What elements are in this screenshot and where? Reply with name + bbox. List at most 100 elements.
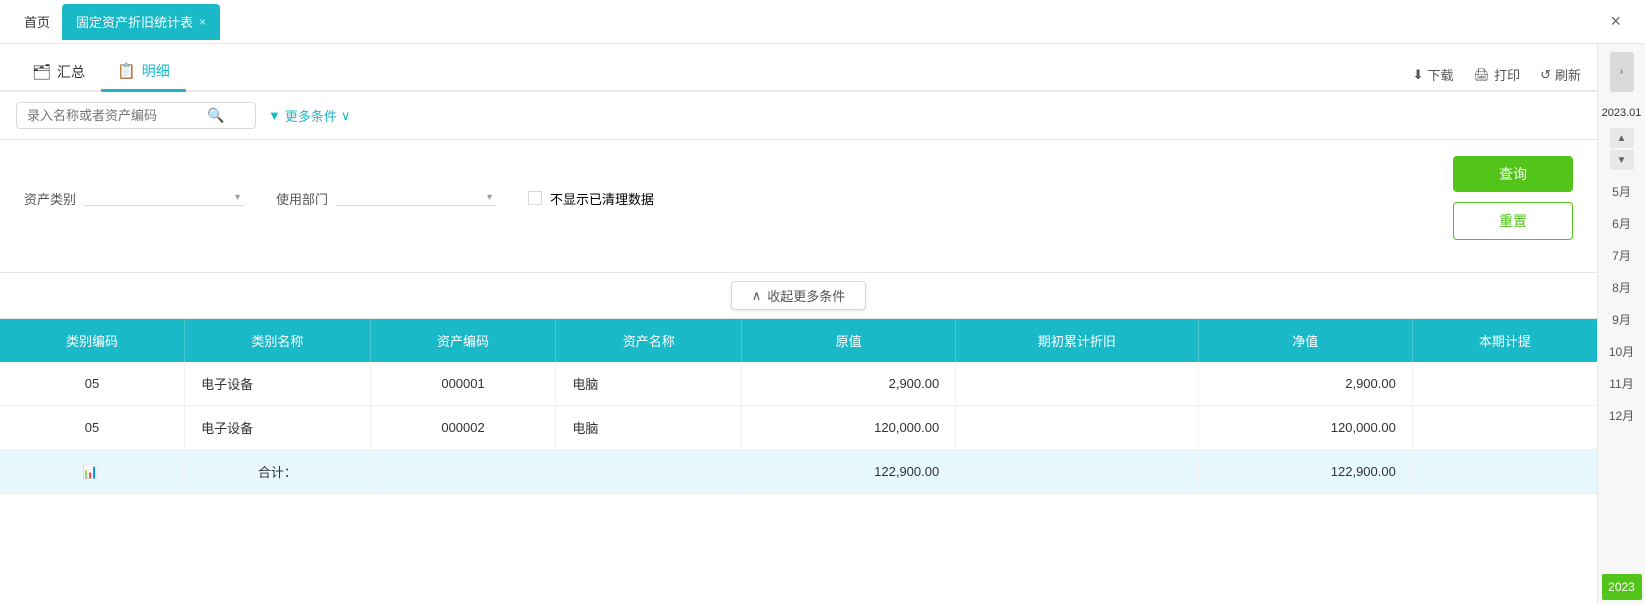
download-button[interactable]: ⬇ 下载: [1413, 65, 1454, 84]
nav-up-arrow[interactable]: ▲: [1610, 128, 1634, 148]
row1-net-value: 2,900.00: [1198, 362, 1412, 406]
reset-button[interactable]: 重置: [1453, 202, 1573, 240]
sidebar-toggle-button[interactable]: ›: [1610, 52, 1634, 92]
total-asset-code: [370, 450, 556, 494]
month-11[interactable]: 11月: [1602, 368, 1642, 398]
collapse-icon: ∧: [752, 288, 762, 304]
use-department-select[interactable]: ▾: [336, 190, 496, 206]
col-category-code: 类别编码: [0, 319, 185, 362]
month-10[interactable]: 10月: [1602, 336, 1642, 366]
month-5[interactable]: 5月: [1602, 176, 1642, 206]
more-conditions-label: 更多条件: [285, 106, 337, 125]
tab-bar: 🗂 汇总 📋 明细 ⬇ 下载 🖨 打印 ↺ 刷新: [0, 44, 1597, 92]
row1-accumulated-depreciation: [956, 362, 1198, 406]
close-tab-button[interactable]: ×: [199, 15, 206, 29]
col-net-value: 净值: [1198, 319, 1412, 362]
row2-current-period: [1412, 406, 1597, 450]
table-header: 类别编码 类别名称 资产编码 资产名称 原值 期初累计折旧 净值 本期计提: [0, 319, 1597, 362]
total-icon: 📊: [82, 464, 98, 479]
use-department-field: 使用部门 ▾: [276, 189, 496, 208]
date-display: 2023.01: [1602, 106, 1642, 120]
close-window-button[interactable]: ×: [1602, 7, 1629, 36]
tab-actions: ⬇ 下载 🖨 打印 ↺ 刷新: [1413, 65, 1581, 90]
month-6[interactable]: 6月: [1602, 208, 1642, 238]
expanded-filter: 资产类别 ▾ 使用部门 ▾ 不显示已清理数据: [0, 140, 1597, 273]
use-department-arrow: ▾: [487, 192, 492, 203]
query-button[interactable]: 查询: [1453, 156, 1573, 192]
tab-summary[interactable]: 🗂 汇总: [16, 54, 101, 92]
download-label: 下载: [1428, 65, 1454, 84]
col-current-period: 本期计提: [1412, 319, 1597, 362]
table-row: 05 电子设备 000001 电脑 2,900.00 2,900.00: [0, 362, 1597, 406]
row2-category-name: 电子设备: [185, 406, 371, 450]
top-nav: 首页 固定资产折旧统计表 × ×: [0, 0, 1645, 44]
use-department-label: 使用部门: [276, 189, 328, 208]
row2-asset-name: 电脑: [556, 406, 742, 450]
tab-detail[interactable]: 📋 明细: [101, 53, 186, 92]
month-8[interactable]: 8月: [1602, 272, 1642, 302]
search-icon: 🔍: [207, 107, 224, 124]
data-table: 类别编码 类别名称 资产编码 资产名称 原值 期初累计折旧 净值 本期计提 05…: [0, 319, 1597, 604]
detail-icon: 📋: [117, 62, 136, 80]
month-12[interactable]: 12月: [1602, 400, 1642, 430]
total-label: 合计：: [185, 450, 371, 494]
filter-bar: 🔍 ▼ 更多条件 ∨: [0, 92, 1597, 140]
row1-asset-code: 000001: [370, 362, 556, 406]
total-net-value: 122,900.00: [1198, 450, 1412, 494]
print-label: 打印: [1494, 65, 1520, 84]
total-current-period: [1412, 450, 1597, 494]
active-tab[interactable]: 固定资产折旧统计表 ×: [62, 4, 220, 40]
col-original-value: 原值: [742, 319, 956, 362]
col-asset-code: 资产编码: [370, 319, 556, 362]
collapse-bar: ∧ 收起更多条件: [0, 273, 1597, 319]
month-9[interactable]: 9月: [1602, 304, 1642, 334]
refresh-label: 刷新: [1555, 65, 1581, 84]
col-accumulated-depreciation: 期初累计折旧: [956, 319, 1198, 362]
row1-category-code: 05: [0, 362, 185, 406]
right-sidebar: › 2023.01 ▲ ▼ 5月 6月 7月 8月 9月 10月 11月 12月…: [1597, 44, 1645, 604]
table-row: 05 电子设备 000002 电脑 120,000.00 120,000.00: [0, 406, 1597, 450]
search-input[interactable]: [27, 108, 207, 123]
asset-category-label: 资产类别: [24, 189, 76, 208]
total-asset-name: [556, 450, 742, 494]
row2-category-code: 05: [0, 406, 185, 450]
row2-original-value: 120,000.00: [742, 406, 956, 450]
print-button[interactable]: 🖨 打印: [1474, 65, 1521, 84]
detail-tab-label: 明细: [142, 61, 170, 81]
search-wrap: 🔍: [16, 102, 256, 129]
row1-asset-name: 电脑: [556, 362, 742, 406]
home-link[interactable]: 首页: [16, 12, 58, 31]
refresh-button[interactable]: ↺ 刷新: [1540, 65, 1581, 84]
hide-cleared-label: 不显示已清理数据: [550, 189, 654, 208]
hide-cleared-wrap: 不显示已清理数据: [528, 189, 654, 208]
collapse-label: 收起更多条件: [767, 286, 845, 305]
filter-icon: ▼: [268, 108, 281, 123]
row1-category-name: 电子设备: [185, 362, 371, 406]
hide-cleared-checkbox[interactable]: [528, 191, 542, 205]
filter-row: 资产类别 ▾ 使用部门 ▾ 不显示已清理数据: [24, 156, 1573, 240]
asset-table: 类别编码 类别名称 资产编码 资产名称 原值 期初累计折旧 净值 本期计提 05…: [0, 319, 1597, 494]
asset-category-select[interactable]: ▾: [84, 190, 244, 206]
summary-icon: 🗂: [32, 63, 51, 81]
nav-down-arrow[interactable]: ▼: [1610, 150, 1634, 170]
asset-category-field: 资产类别 ▾: [24, 189, 244, 208]
refresh-icon: ↺: [1540, 67, 1551, 83]
row1-original-value: 2,900.00: [742, 362, 956, 406]
col-category-name: 类别名称: [185, 319, 371, 362]
row2-accumulated-depreciation: [956, 406, 1198, 450]
filter-buttons: 查询 重置: [1453, 156, 1573, 240]
row2-net-value: 120,000.00: [1198, 406, 1412, 450]
row1-current-period: [1412, 362, 1597, 406]
month-7[interactable]: 7月: [1602, 240, 1642, 270]
row2-asset-code: 000002: [370, 406, 556, 450]
year-badge[interactable]: 2023: [1602, 574, 1642, 600]
more-conditions-button[interactable]: ▼ 更多条件 ∨: [268, 106, 350, 125]
print-icon: 🖨: [1474, 67, 1491, 83]
tab-title: 固定资产折旧统计表: [76, 12, 193, 31]
download-icon: ⬇: [1413, 67, 1424, 83]
main-content: 🗂 汇总 📋 明细 ⬇ 下载 🖨 打印 ↺ 刷新: [0, 44, 1645, 604]
asset-category-arrow: ▾: [235, 192, 240, 203]
total-icon-cell: 📊: [0, 450, 185, 494]
left-panel: 🗂 汇总 📋 明细 ⬇ 下载 🖨 打印 ↺ 刷新: [0, 44, 1597, 604]
collapse-button[interactable]: ∧ 收起更多条件: [731, 281, 867, 310]
